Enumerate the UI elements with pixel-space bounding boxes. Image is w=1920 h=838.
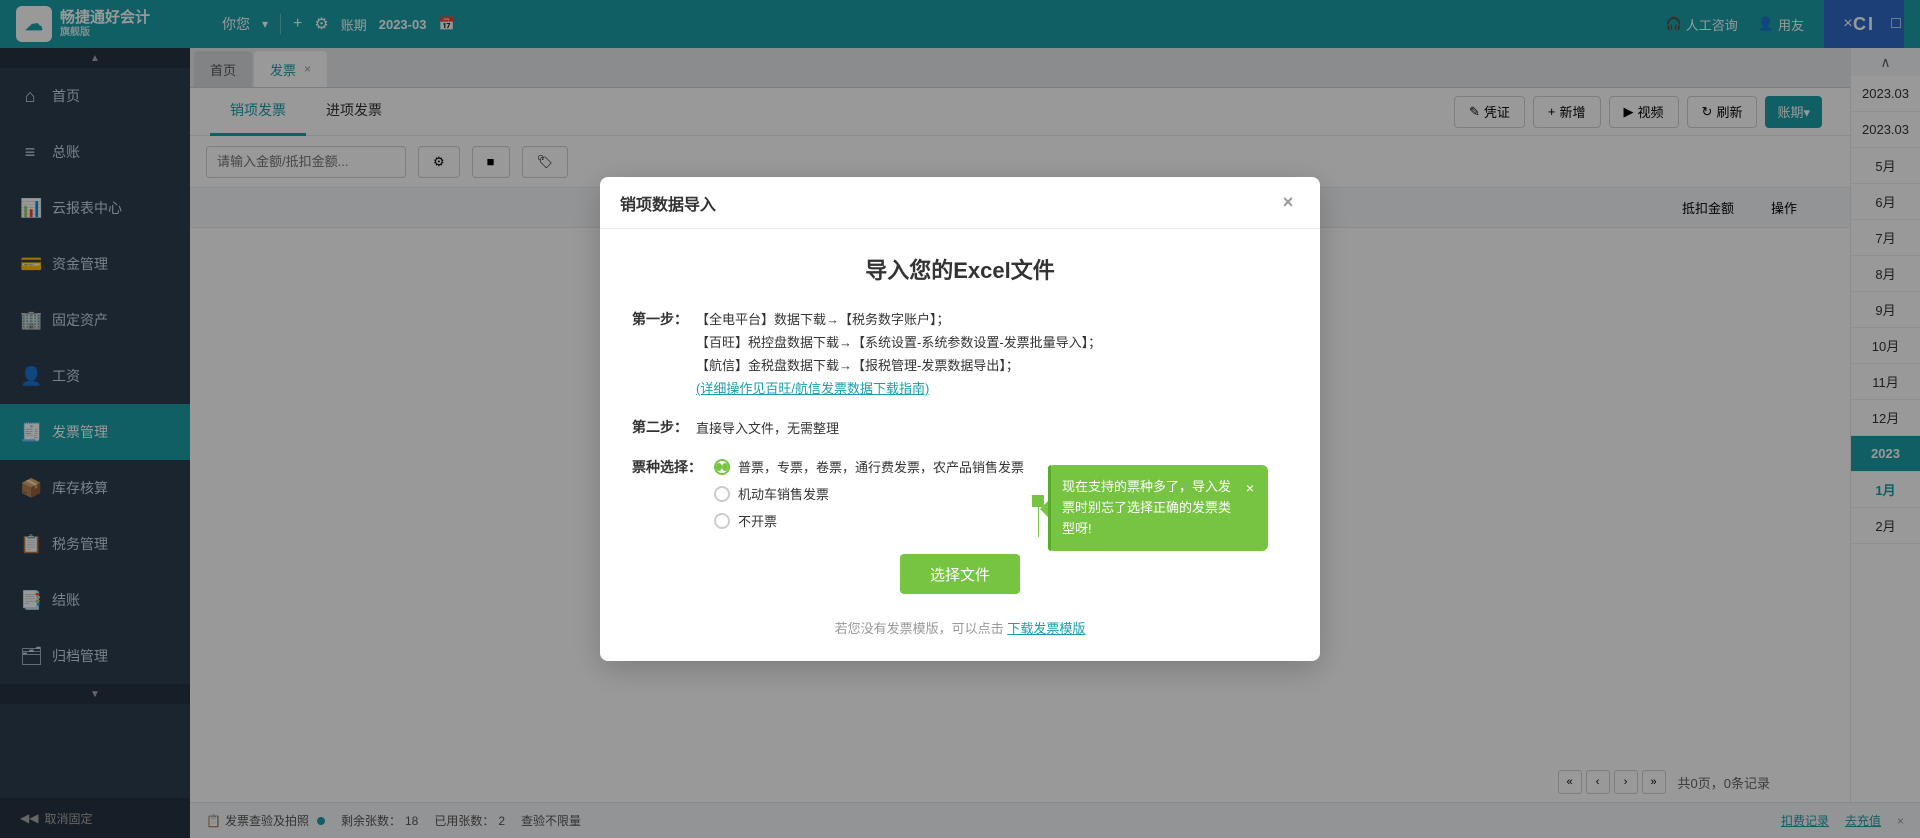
step1-line3: 【航信】金税盘数据下载→【报税管理-发票数据导出】； (696, 355, 1101, 374)
tooltip-container: × 现在支持的票种多了，导入发票时别忘了选择正确的发票类型呀! (1032, 465, 1268, 551)
radio-car[interactable]: 机动车销售发票 (714, 484, 1024, 503)
radio-normal-label: 普票，专票，卷票，通行费发票，农产品销售发票 (738, 457, 1024, 476)
ticket-select: 票种选择： 普票，专票，卷票，通行费发票，农产品销售发票 机动车销售发票 (632, 457, 1288, 530)
dialog-header: 销项数据导入 × (600, 177, 1320, 229)
step2-block: 第二步： 直接导入文件，无需整理 (632, 417, 1288, 437)
dialog-body: 导入您的Excel文件 第一步： 【全电平台】数据下载→【税务数字账户】； 【百… (600, 229, 1320, 661)
dialog-overlay: 销项数据导入 × 导入您的Excel文件 第一步： 【全电平台】数据下载→【税务… (0, 0, 1920, 838)
step1-block: 第一步： 【全电平台】数据下载→【税务数字账户】； 【百旺】税控盘数据下载→【系… (632, 309, 1288, 397)
tooltip-close-btn[interactable]: × (1246, 477, 1254, 499)
tooltip-arrow (1040, 501, 1048, 517)
import-dialog: 销项数据导入 × 导入您的Excel文件 第一步： 【全电平台】数据下载→【税务… (600, 177, 1320, 661)
tooltip-line (1038, 507, 1039, 537)
dialog-main-title: 导入您的Excel文件 (632, 253, 1288, 285)
dialog-footer: 若您没有发票模版，可以点击 下载发票模版 (632, 618, 1288, 637)
step2-label: 第二步： (632, 417, 688, 437)
radio-normal-circle (714, 459, 730, 475)
radio-car-label: 机动车销售发票 (738, 484, 829, 503)
radio-group: 普票，专票，卷票，通行费发票，农产品销售发票 机动车销售发票 不开票 (714, 457, 1024, 530)
step1-label: 第一步： (632, 309, 688, 329)
dialog-close-btn[interactable]: × (1276, 191, 1300, 215)
step1-line1: 【全电平台】数据下载→【税务数字账户】； (696, 309, 1101, 328)
radio-normal[interactable]: 普票，专票，卷票，通行费发票，农产品销售发票 (714, 457, 1024, 476)
tooltip-text: 现在支持的票种多了，导入发票时别忘了选择正确的发票类型呀! (1062, 479, 1231, 536)
download-template-link[interactable]: 下载发票模版 (1007, 621, 1085, 636)
select-file-btn[interactable]: 选择文件 (900, 554, 1020, 594)
step1-line2: 【百旺】税控盘数据下载→【系统设置-系统参数设置-发票批量导入】； (696, 332, 1101, 351)
tooltip-bubble: × 现在支持的票种多了，导入发票时别忘了选择正确的发票类型呀! (1048, 465, 1268, 551)
dialog-title: 销项数据导入 (620, 191, 716, 215)
radio-car-circle (714, 486, 730, 502)
step1-guide-link[interactable]: (详细操作见百旺/航信发票数据下载指南) (696, 378, 1101, 397)
tooltip-bar (1048, 465, 1051, 551)
select-file-area: 选择文件 (632, 554, 1288, 594)
step1-content: 【全电平台】数据下载→【税务数字账户】； 【百旺】税控盘数据下载→【系统设置-系… (696, 309, 1101, 397)
radio-no-invoice-label: 不开票 (738, 511, 777, 530)
radio-no-invoice[interactable]: 不开票 (714, 511, 1024, 530)
step2-content: 直接导入文件，无需整理 (696, 418, 839, 437)
ticket-select-label: 票种选择： (632, 457, 702, 477)
radio-no-invoice-circle (714, 513, 730, 529)
